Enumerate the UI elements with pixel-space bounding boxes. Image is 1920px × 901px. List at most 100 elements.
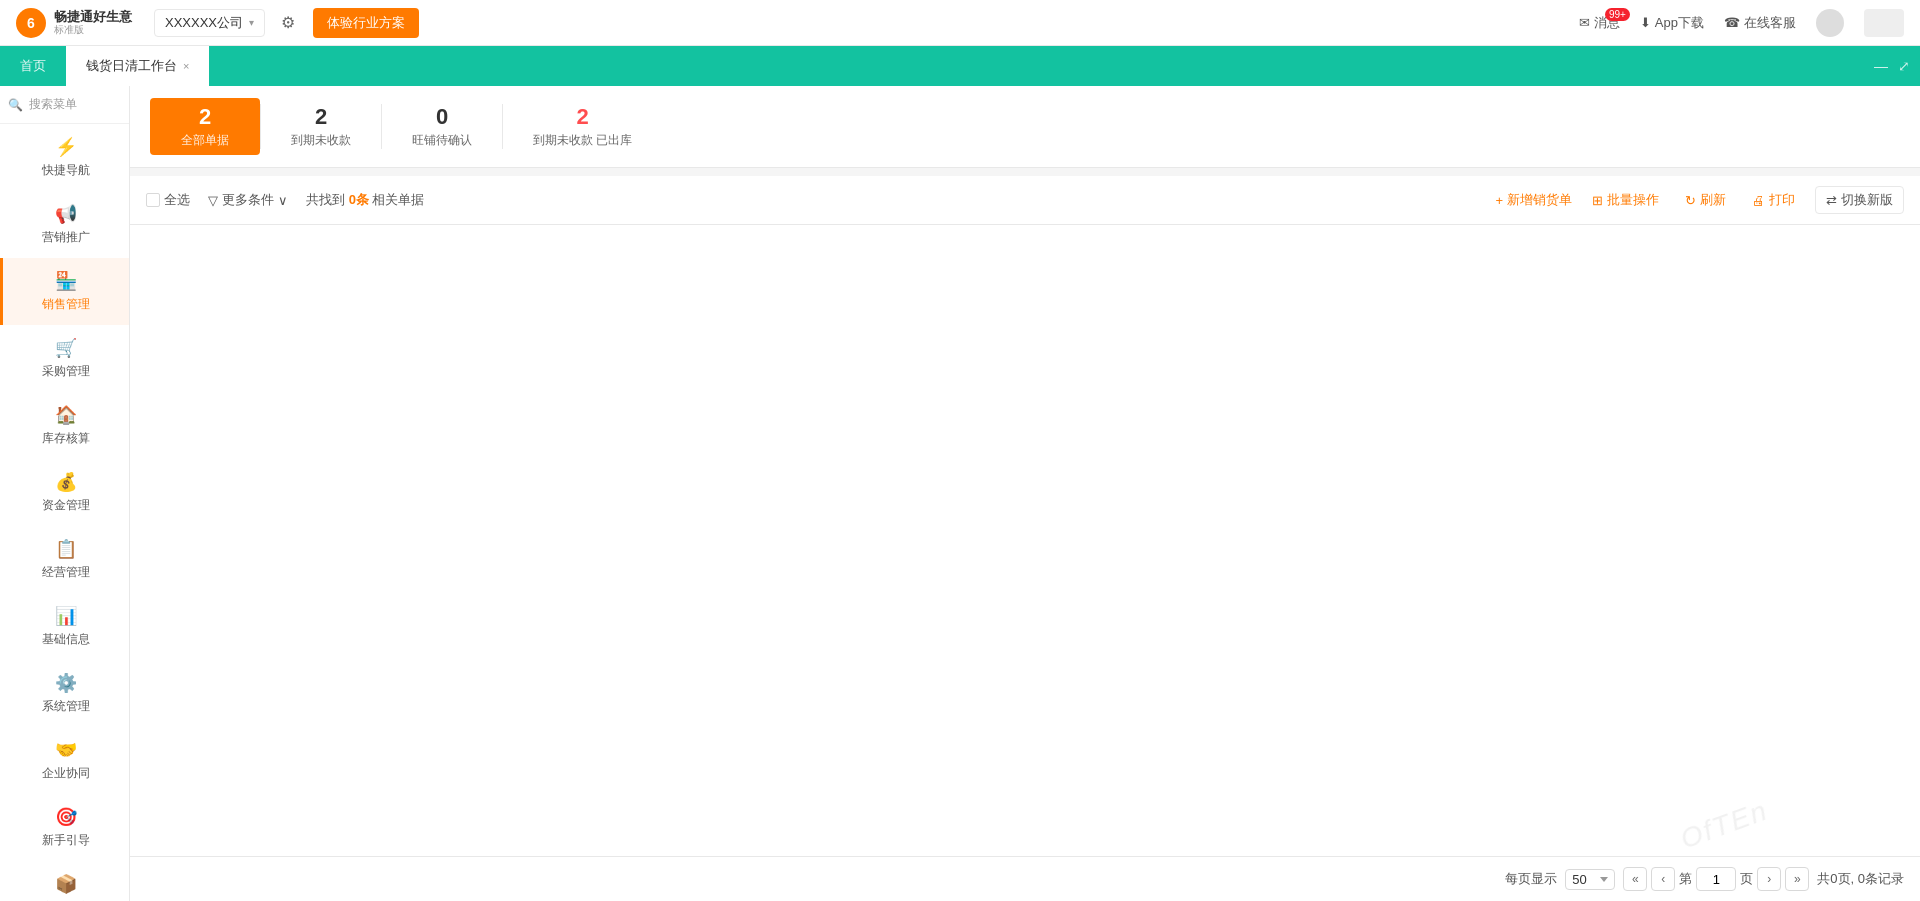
stat-tab-pending[interactable]: 0 旺铺待确认 (382, 98, 502, 155)
sidebar-item-quick-nav[interactable]: ⚡ 快捷导航 (0, 124, 129, 191)
company-name: XXXXXX公司 (165, 14, 243, 32)
sidebar-item-sales[interactable]: 🏪 销售管理 (0, 258, 129, 325)
stat-label-all: 全部单据 (181, 132, 229, 149)
page-input[interactable] (1696, 867, 1736, 891)
logo-text: 畅捷通好生意 标准版 (54, 9, 132, 37)
plus-icon: + (1495, 193, 1503, 208)
sidebar-item-label: 快捷导航 (42, 162, 90, 179)
tab-home[interactable]: 首页 (0, 57, 66, 75)
filter-label: 更多条件 (222, 191, 274, 209)
user-menu[interactable] (1864, 9, 1904, 37)
page-total: 共0页, 0条记录 (1817, 870, 1904, 888)
sidebar-item-label: 新手引导 (42, 832, 90, 849)
result-prefix: 共找到 (306, 192, 345, 207)
filter-button[interactable]: ▽ 更多条件 ∨ (200, 187, 296, 213)
page-last-button[interactable]: » (1785, 867, 1809, 891)
select-all-label: 全选 (164, 191, 190, 209)
refresh-icon: ↻ (1685, 193, 1696, 208)
filter-icon: ▽ (208, 193, 218, 208)
toolbar: 全选 ▽ 更多条件 ∨ 共找到 0条 相关单据 + 新增销货单 ⊞ 批量操作 (130, 176, 1920, 225)
table-area (130, 225, 1920, 856)
stat-tab-overdue-out[interactable]: 2 到期未收款 已出库 (503, 98, 662, 155)
sidebar-item-basics[interactable]: 📊 基础信息 (0, 593, 129, 660)
checkbox-box[interactable] (146, 193, 160, 207)
main-layout: 🔍 搜索菜单 ⚡ 快捷导航 📢 营销推广 🏪 销售管理 🛒 采购管理 🏠 库存核… (0, 86, 1920, 901)
new-sale-label: 新增销货单 (1507, 191, 1572, 209)
print-button[interactable]: 🖨 打印 (1746, 187, 1801, 213)
sidebar-item-label: 营销推广 (42, 229, 90, 246)
select-all-checkbox[interactable]: 全选 (146, 191, 190, 209)
system-icon: ⚙️ (55, 672, 77, 694)
batch-icon: ⊞ (1592, 193, 1603, 208)
new-sale-button[interactable]: + 新增销货单 (1495, 191, 1572, 209)
page-first-button[interactable]: « (1623, 867, 1647, 891)
sidebar-item-label: 基础信息 (42, 631, 90, 648)
switch-icon: ⇄ (1826, 193, 1837, 208)
stat-tab-all[interactable]: 2 全部单据 (150, 98, 260, 155)
sidebar-item-inventory[interactable]: 🏠 库存核算 (0, 392, 129, 459)
marketing-icon: 📢 (55, 203, 77, 225)
result-text: 共找到 0条 相关单据 (306, 191, 424, 209)
inventory-icon: 🏠 (55, 404, 77, 426)
sidebar-item-label: 销售管理 (42, 296, 90, 313)
logo-icon: 6 (16, 8, 46, 38)
company-selector[interactable]: XXXXXX公司 ▾ (154, 9, 265, 37)
sidebar-item-label: 经营管理 (42, 564, 90, 581)
stat-label-overdue-out: 到期未收款 已出库 (533, 132, 632, 149)
sidebar-search[interactable]: 🔍 搜索菜单 (0, 86, 129, 124)
sidebar-item-guide[interactable]: 🎯 新手引导 (0, 794, 129, 861)
sidebar-item-operations[interactable]: 📋 经营管理 (0, 526, 129, 593)
batch-button[interactable]: ⊞ 批量操作 (1586, 187, 1665, 213)
messages-button[interactable]: ✉ 消息 99+ (1579, 14, 1620, 32)
page-next-button[interactable]: › (1757, 867, 1781, 891)
nav-tabs-right: — ⤢ (1874, 58, 1920, 74)
chevron-down-icon: ▾ (249, 17, 254, 28)
content-area: 2 全部单据 2 到期未收款 0 旺铺待确认 2 到期未收款 已出库 (130, 86, 1920, 901)
tab-minimize-icon[interactable]: — (1874, 58, 1888, 74)
finance-icon: 💰 (55, 471, 77, 493)
sidebar-item-label: 库存核算 (42, 430, 90, 447)
sidebar-item-enterprise[interactable]: 🤝 企业协同 (0, 727, 129, 794)
sidebar-item-purchase[interactable]: 🛒 采购管理 (0, 325, 129, 392)
download-icon: ⬇ (1640, 15, 1651, 30)
tab-home-label: 首页 (20, 58, 46, 73)
sidebar-item-finance[interactable]: 💰 资金管理 (0, 459, 129, 526)
purchase-icon: 🛒 (55, 337, 77, 359)
tab-close-icon[interactable]: × (183, 60, 189, 72)
guide-icon: 🎯 (55, 806, 77, 828)
operations-icon: 📋 (55, 538, 77, 560)
pagination: 每页显示 50 20 100 « ‹ 第 页 › » 共0页, 0条记录 (130, 856, 1920, 901)
sidebar-item-marketing[interactable]: 📢 营销推广 (0, 191, 129, 258)
tab-maximize-icon[interactable]: ⤢ (1898, 58, 1910, 74)
sidebar-item-app-center[interactable]: 📦 应用中心 (0, 861, 129, 901)
per-page-label: 每页显示 (1505, 870, 1557, 888)
avatar[interactable] (1816, 9, 1844, 37)
page-prev-button[interactable]: ‹ (1651, 867, 1675, 891)
filter-chevron: ∨ (278, 193, 288, 208)
refresh-button[interactable]: ↻ 刷新 (1679, 187, 1732, 213)
trial-button[interactable]: 体验行业方案 (313, 8, 419, 38)
stats-bar: 2 全部单据 2 到期未收款 0 旺铺待确认 2 到期未收款 已出库 (130, 86, 1920, 168)
switch-button[interactable]: ⇄ 切换新版 (1815, 186, 1904, 214)
top-header: 6 畅捷通好生意 标准版 XXXXXX公司 ▾ ⚙ 体验行业方案 ✉ 消息 99… (0, 0, 1920, 46)
stat-num-overdue-out: 2 (577, 104, 589, 130)
settings-icon[interactable]: ⚙ (273, 8, 303, 38)
per-page-select[interactable]: 50 20 100 (1565, 869, 1615, 890)
sidebar-item-label: 资金管理 (42, 497, 90, 514)
page-label: 第 (1679, 870, 1692, 888)
search-icon: 🔍 (8, 98, 23, 112)
logo-title: 畅捷通好生意 (54, 9, 132, 25)
stat-num-overdue: 2 (315, 104, 327, 130)
message-icon: ✉ (1579, 15, 1590, 30)
app-download-button[interactable]: ⬇ App下载 (1640, 14, 1704, 32)
sidebar-item-label: 系统管理 (42, 698, 90, 715)
sales-icon: 🏪 (55, 270, 77, 292)
tab-active[interactable]: 钱货日清工作台 × (66, 46, 209, 86)
nav-tabs: 首页 钱货日清工作台 × — ⤢ (0, 46, 1920, 86)
stat-tab-overdue[interactable]: 2 到期未收款 (261, 98, 381, 155)
logo-area: 6 畅捷通好生意 标准版 (16, 8, 146, 38)
basics-icon: 📊 (55, 605, 77, 627)
sidebar-item-system[interactable]: ⚙️ 系统管理 (0, 660, 129, 727)
online-service-button[interactable]: ☎ 在线客服 (1724, 14, 1796, 32)
batch-label: 批量操作 (1607, 191, 1659, 209)
